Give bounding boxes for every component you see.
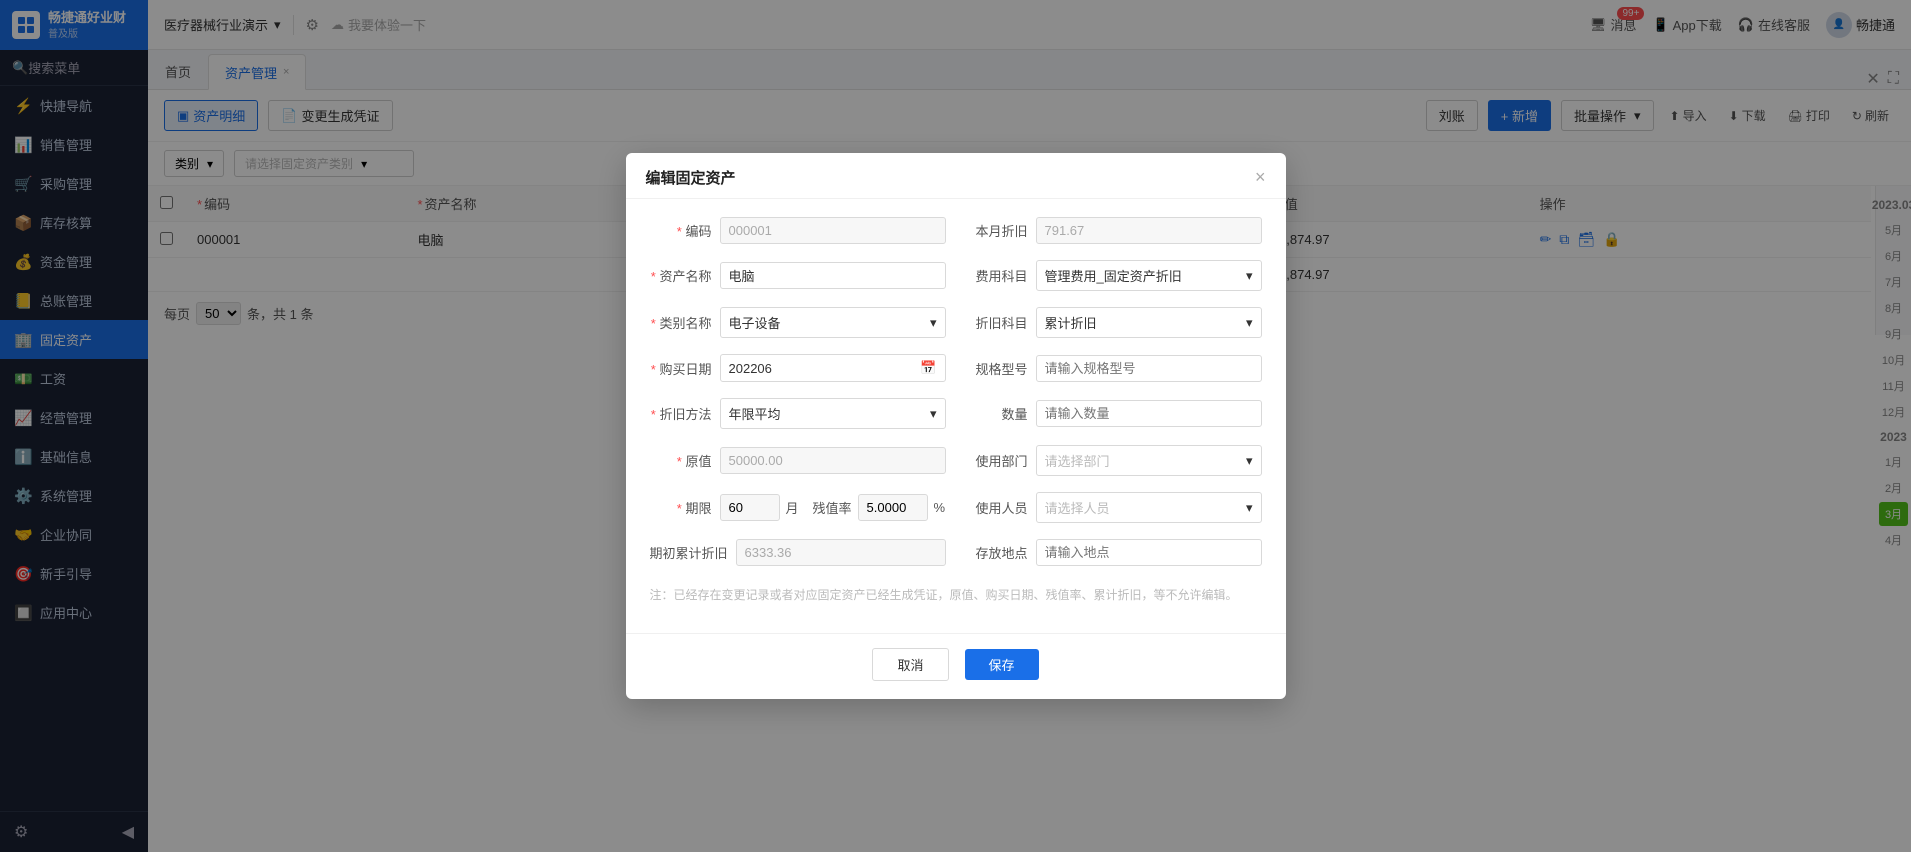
expense-account-value: 管理费用_固定资产折旧 <box>1045 266 1182 285</box>
modal-row-6: * 原值 使用部门 请选择部门 ▾ <box>650 445 1262 476</box>
dep-account-chevron: ▾ <box>1246 315 1253 331</box>
dep-method-chevron: ▾ <box>930 406 937 422</box>
modal-row-8: 期初累计折旧 存放地点 <box>650 539 1262 566</box>
quantity-label: 数量 <box>966 404 1036 423</box>
monthly-depreciation-input <box>1036 217 1262 244</box>
asset-name-input[interactable] <box>720 262 946 289</box>
category-value: 电子设备 <box>729 313 781 332</box>
department-label: 使用部门 <box>966 451 1036 470</box>
depreciation-account-field: 折旧科目 累计折旧 ▾ <box>966 307 1262 338</box>
purchase-date-value: 202206 <box>729 361 772 376</box>
location-label: 存放地点 <box>966 543 1036 562</box>
purchase-date-field: * 购买日期 202206 📅 <box>650 354 946 382</box>
period-label: * 期限 <box>650 498 720 517</box>
category-chevron-icon: ▾ <box>930 315 937 331</box>
modal-row-5: * 折旧方法 年限平均 ▾ 数量 <box>650 398 1262 429</box>
dep-account-value: 累计折旧 <box>1045 313 1097 332</box>
modal-row-2: * 资产名称 费用科目 管理费用_固定资产折旧 ▾ <box>650 260 1262 291</box>
dep-method-select[interactable]: 年限平均 ▾ <box>720 398 946 429</box>
expense-account-select[interactable]: 管理费用_固定资产折旧 ▾ <box>1036 260 1262 291</box>
spec-label: 规格型号 <box>966 359 1036 378</box>
expense-account-label: 费用科目 <box>966 266 1036 285</box>
quantity-field: 数量 <box>966 400 1262 427</box>
cancel-button[interactable]: 取消 <box>872 648 948 681</box>
period-input[interactable] <box>720 494 780 521</box>
department-chevron: ▾ <box>1246 453 1253 469</box>
purchase-date-label: * 购买日期 <box>650 359 720 378</box>
expense-account-field: 费用科目 管理费用_固定资产折旧 ▾ <box>966 260 1262 291</box>
category-field: * 类别名称 电子设备 ▾ <box>650 307 946 338</box>
asset-name-field: * 资产名称 <box>650 262 946 289</box>
spec-field: 规格型号 <box>966 355 1262 382</box>
user-label: 使用人员 <box>966 498 1036 517</box>
modal-title: 编辑固定资产 <box>646 167 736 188</box>
monthly-dep-label: 本月折旧 <box>966 221 1036 240</box>
category-modal-label: * 类别名称 <box>650 313 720 332</box>
department-field: 使用部门 请选择部门 ▾ <box>966 445 1262 476</box>
initial-dep-label: 期初累计折旧 <box>650 543 736 562</box>
original-value-input[interactable] <box>720 447 946 474</box>
dep-method-field: * 折旧方法 年限平均 ▾ <box>650 398 946 429</box>
department-select[interactable]: 请选择部门 ▾ <box>1036 445 1262 476</box>
asset-name-label: * 资产名称 <box>650 266 720 285</box>
code-input[interactable] <box>720 217 946 244</box>
depreciation-account-select[interactable]: 累计折旧 ▾ <box>1036 307 1262 338</box>
original-value-label: * 原值 <box>650 451 720 470</box>
modal-overlay[interactable]: 编辑固定资产 × * 编码 document.querySelector('[d… <box>0 0 1911 852</box>
modal-row-1: * 编码 document.querySelector('[data-name=… <box>650 217 1262 244</box>
user-placeholder: 请选择人员 <box>1045 498 1110 517</box>
calendar-icon: 📅 <box>920 360 936 376</box>
initial-dep-input[interactable] <box>736 539 946 566</box>
modal-body: * 编码 document.querySelector('[data-name=… <box>626 199 1286 633</box>
modal-row-3: * 类别名称 电子设备 ▾ 折旧科目 累计折旧 ▾ <box>650 307 1262 338</box>
code-label: * 编码 <box>650 221 720 240</box>
original-value-field: * 原值 <box>650 447 946 474</box>
edit-asset-modal: 编辑固定资产 × * 编码 document.querySelector('[d… <box>626 153 1286 699</box>
modal-header: 编辑固定资产 × <box>626 153 1286 199</box>
department-placeholder: 请选择部门 <box>1045 451 1110 470</box>
period-field: * 期限 月 残值率 % <box>650 494 946 521</box>
modal-close-button[interactable]: × <box>1255 167 1266 188</box>
period-unit: 月 <box>786 498 799 517</box>
purchase-date-input[interactable]: 202206 📅 <box>720 354 946 382</box>
save-button[interactable]: 保存 <box>965 649 1039 680</box>
user-field: 使用人员 请选择人员 ▾ <box>966 492 1262 523</box>
modal-row-4: * 购买日期 202206 📅 规格型号 <box>650 354 1262 382</box>
period-row: 月 残值率 % <box>720 494 946 521</box>
dep-method-label: * 折旧方法 <box>650 404 720 423</box>
modal-footer: 取消 保存 <box>626 633 1286 699</box>
user-chevron: ▾ <box>1246 500 1253 516</box>
code-field: * 编码 document.querySelector('[data-name=… <box>650 217 946 244</box>
residual-unit: % <box>934 500 946 515</box>
dep-method-value: 年限平均 <box>729 404 781 423</box>
quantity-input[interactable] <box>1036 400 1262 427</box>
expense-account-chevron: ▾ <box>1246 268 1253 284</box>
modal-row-7: * 期限 月 残值率 % 使用人员 <box>650 492 1262 523</box>
dep-account-label: 折旧科目 <box>966 313 1036 332</box>
user-select[interactable]: 请选择人员 ▾ <box>1036 492 1262 523</box>
monthly-depreciation-field: 本月折旧 document.querySelector('[data-name=… <box>966 217 1262 244</box>
category-select[interactable]: 电子设备 ▾ <box>720 307 946 338</box>
spec-input[interactable] <box>1036 355 1262 382</box>
location-field: 存放地点 <box>966 539 1262 566</box>
initial-dep-field: 期初累计折旧 <box>650 539 946 566</box>
residual-rate-label: 残值率 <box>813 498 852 517</box>
residual-rate-input[interactable] <box>858 494 928 521</box>
modal-note: 注：已经存在变更记录或者对应固定资产已经生成凭证，原值、购买日期、残值率、累计折… <box>650 582 1262 611</box>
location-input[interactable] <box>1036 539 1262 566</box>
